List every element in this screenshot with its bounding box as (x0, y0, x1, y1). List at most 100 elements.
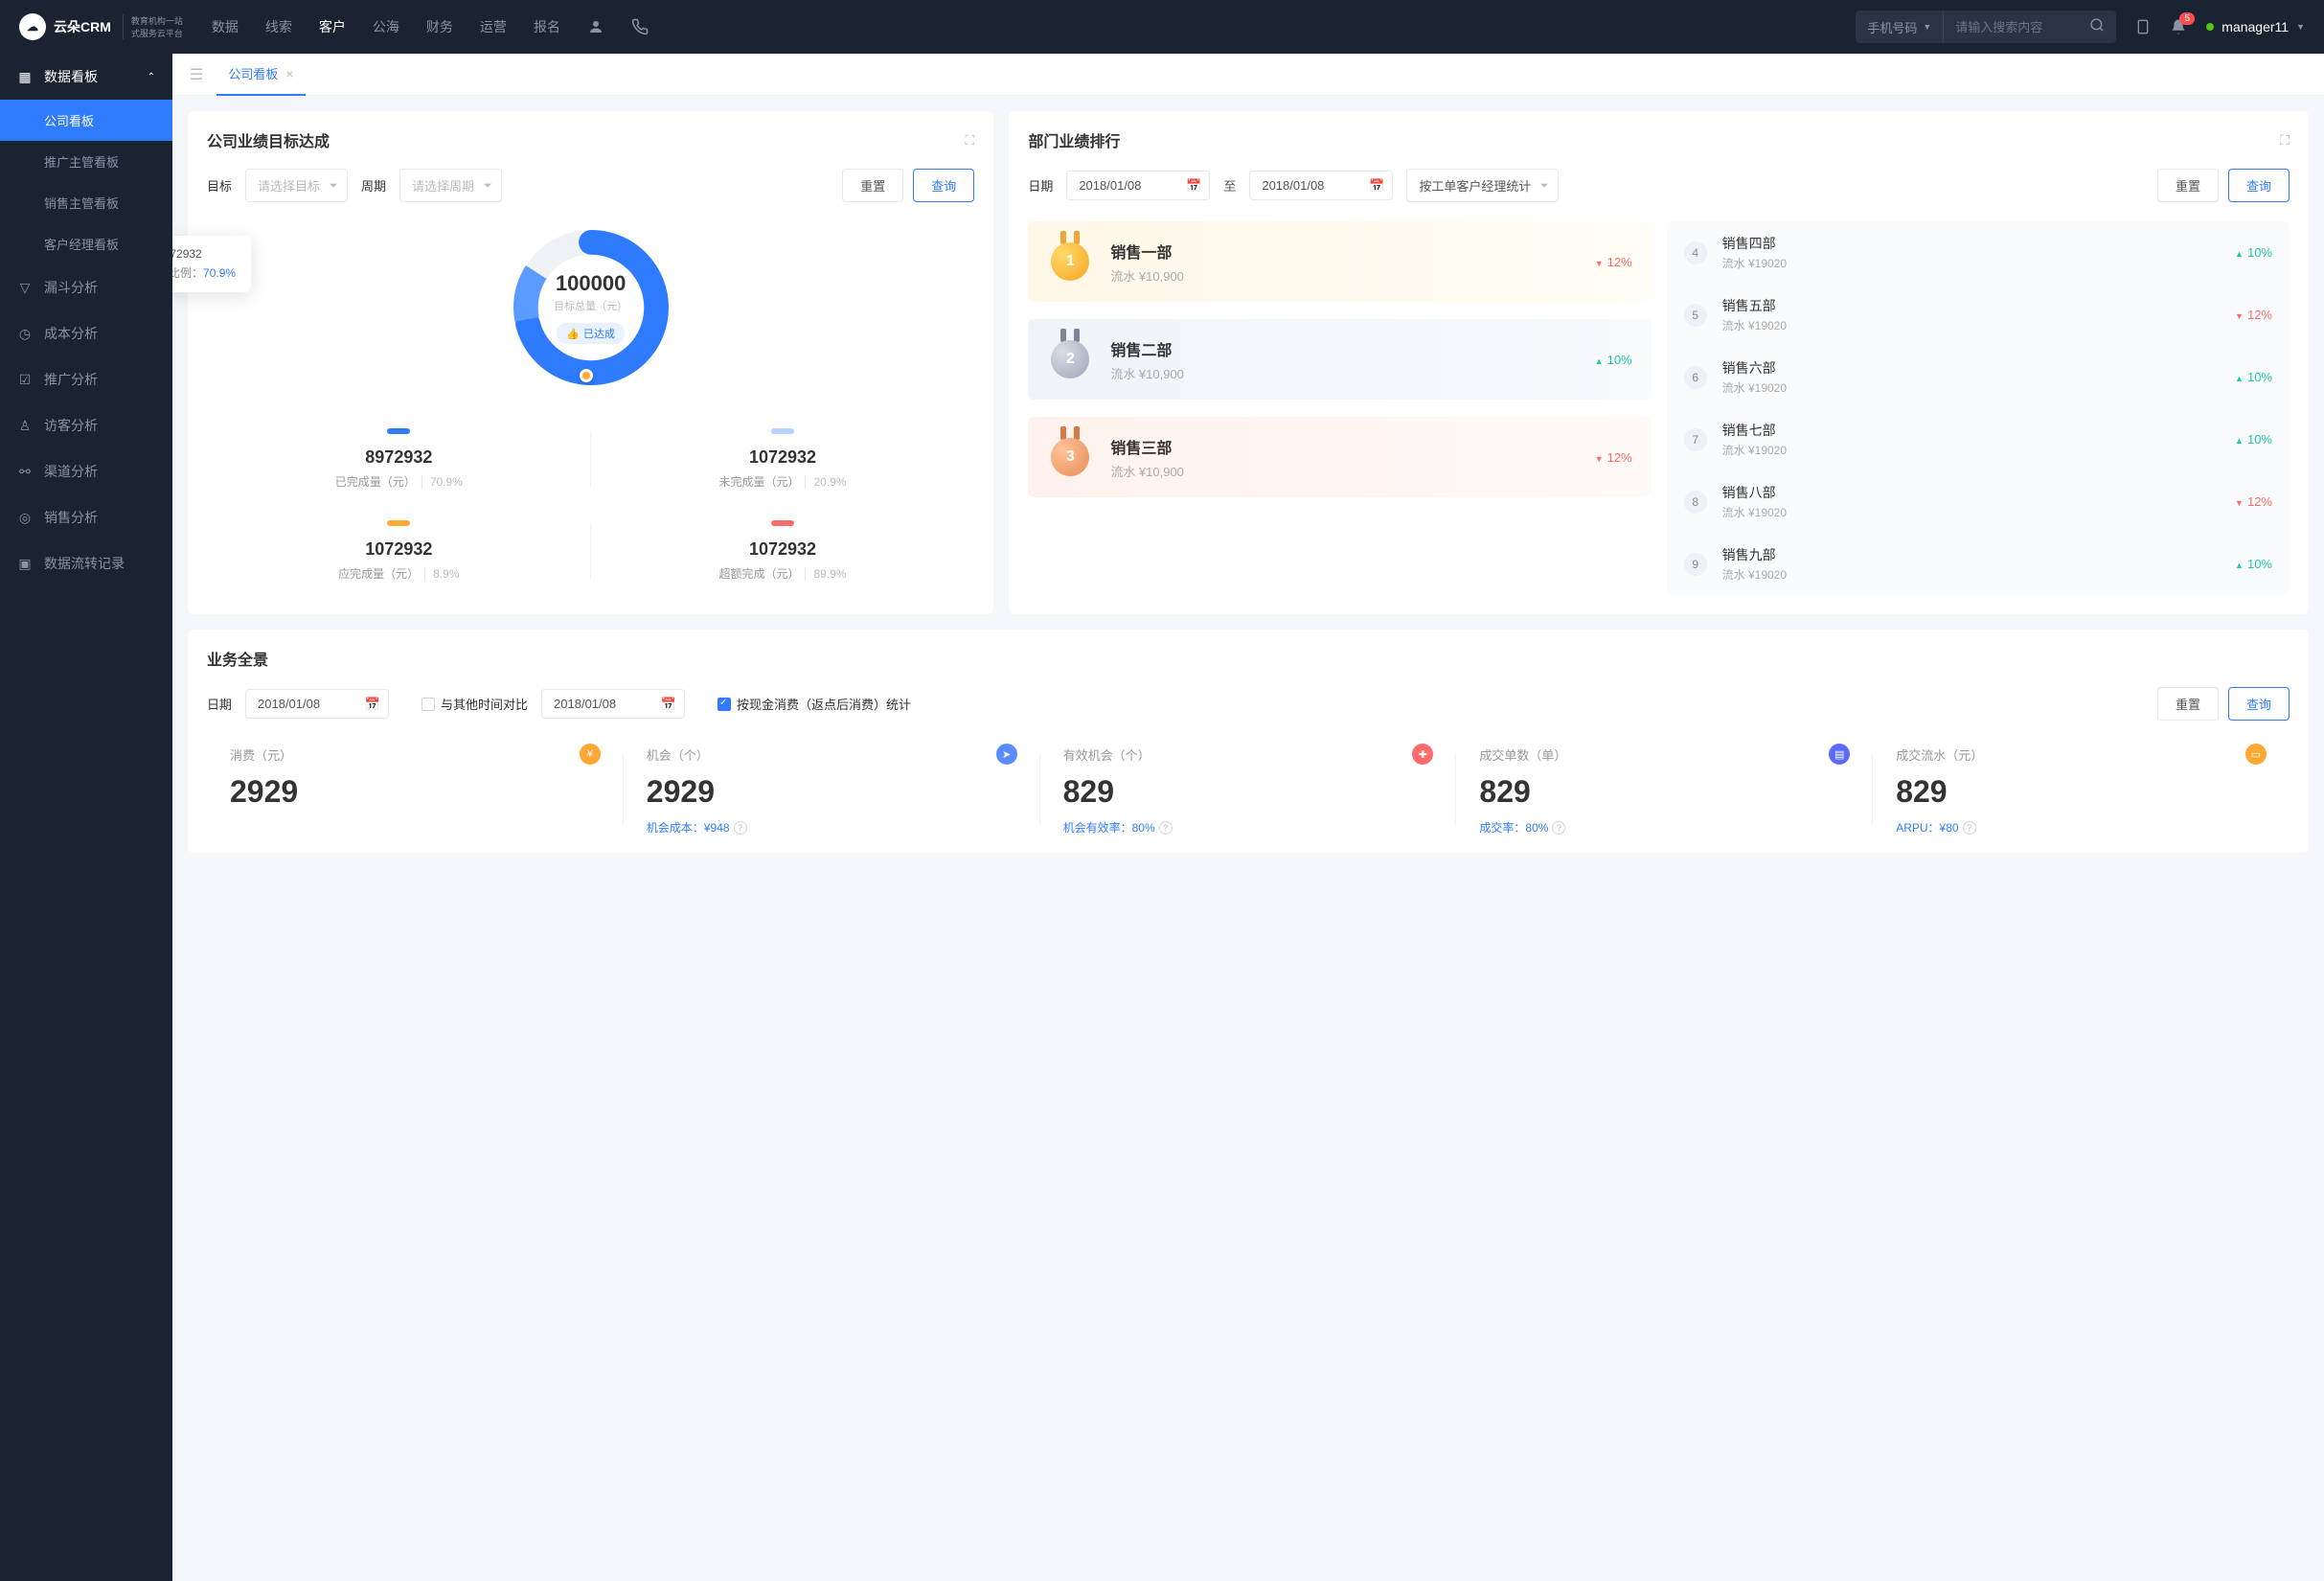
phone-icon[interactable] (631, 10, 649, 44)
kpi-item: 有效机会（个）✚ 829 机会有效率：80%? (1040, 744, 1457, 836)
logo-main: 云朵CRM (54, 19, 111, 35)
rank-row: 7 销售七部流水 ¥19020 10% (1667, 408, 2290, 470)
card-ranking-title: 部门业绩排行 (1028, 128, 1120, 151)
date-to-input[interactable]: 2018/01/08📅 (1249, 171, 1393, 200)
sidebar-head-dashboard[interactable]: ▦数据看板 ⌃ (0, 54, 172, 100)
stat-incomplete: 1072932未完成量（元）20.9% (591, 413, 975, 505)
date-from-input[interactable]: 2018/01/08📅 (1066, 171, 1210, 200)
period-select[interactable]: 请选择周期 (399, 169, 502, 202)
topnav-data[interactable]: 数据 (212, 10, 239, 44)
sidebar-item-visitor[interactable]: ♙访客分析 (0, 402, 172, 448)
medal-bronze-icon: 3 (1047, 434, 1093, 480)
notification-badge: 5 (2179, 12, 2195, 25)
help-icon[interactable]: ? (1963, 821, 1976, 835)
sidebar-item-funnel[interactable]: ▽漏斗分析 (0, 264, 172, 310)
cash-checkbox[interactable] (718, 698, 731, 711)
query-button[interactable]: 查询 (2228, 687, 2290, 721)
topbar-right: 手机号码▼ 5 manager11 ▼ (1856, 11, 2305, 43)
stat-should: 1072932应完成量（元）8.9% (207, 505, 591, 597)
sidebar-item-cost[interactable]: ◷成本分析 (0, 310, 172, 356)
kpi-item: 成交单数（单）▤ 829 成交率：80%? (1456, 744, 1873, 836)
query-button[interactable]: 查询 (913, 169, 974, 202)
date-from-input[interactable]: 2018/01/08📅 (245, 689, 389, 719)
reset-button[interactable]: 重置 (2157, 687, 2219, 721)
topnav-finance[interactable]: 财务 (426, 10, 453, 44)
card-overview: 业务全景 日期 2018/01/08📅 与其他时间对比 2018/01/08📅 … (188, 630, 2309, 853)
status-dot-icon (2206, 23, 2214, 31)
target-label: 目标 (207, 176, 232, 195)
expand-icon[interactable]: ⛶ (966, 132, 975, 149)
sidebar-sub-promo-mgr[interactable]: 推广主管看板 (0, 141, 172, 182)
date-label: 日期 (207, 695, 232, 713)
tab-menu-icon[interactable]: ☰ (184, 65, 209, 84)
kpi-icon: ▭ (2245, 744, 2267, 765)
topnav-pool[interactable]: 公海 (373, 10, 399, 44)
stat-type-select[interactable]: 按工单客户经理统计 (1406, 169, 1559, 202)
kpi-item: 机会（个）➤ 2929 机会成本：¥948? (624, 744, 1040, 836)
date-sep: 至 (1223, 176, 1236, 195)
arrow-up-icon (2235, 370, 2244, 384)
donut-badge: 👍已达成 (557, 323, 625, 344)
rank-number: 9 (1684, 553, 1707, 576)
calendar-icon: 📅 (365, 697, 380, 712)
arrow-up-icon (1595, 353, 1604, 367)
rank-number: 4 (1684, 241, 1707, 264)
rank-number: 5 (1684, 304, 1707, 327)
search-type-select[interactable]: 手机号码▼ (1856, 11, 1944, 43)
user-menu[interactable]: manager11 ▼ (2206, 19, 2305, 34)
reset-button[interactable]: 重置 (842, 169, 903, 202)
cost-icon: ◷ (17, 326, 33, 342)
rank-number: 7 (1684, 428, 1707, 451)
main: ☰ 公司看板 × 公司业绩目标达成 ⛶ 目标 请选择目标 周期 (172, 54, 2324, 1581)
topbar: ☁ 云朵CRM 教育机构一站式服务云平台 数据 线索 客户 公海 财务 运营 报… (0, 0, 2324, 54)
rank-row: 9 销售九部流水 ¥19020 10% (1667, 533, 2290, 595)
card-goal-title: 公司业绩目标达成 (207, 128, 330, 151)
username: manager11 (2221, 19, 2289, 34)
sidebar-item-sales[interactable]: ◎销售分析 (0, 494, 172, 540)
promo-icon: ☑ (17, 372, 33, 388)
stat-exceed: 1072932超额完成（元）89.9% (591, 505, 975, 597)
device-icon[interactable] (2135, 17, 2151, 36)
tab-company-board[interactable]: 公司看板 × (216, 54, 305, 96)
kpi-icon: ▤ (1829, 744, 1850, 765)
logo-sub: 教育机构一站式服务云平台 (123, 14, 183, 39)
sidebar-sub-sales-mgr[interactable]: 销售主管看板 (0, 182, 172, 223)
donut-label: 目标总量（元） (554, 298, 627, 313)
date-to-input[interactable]: 2018/01/08📅 (541, 689, 685, 719)
help-icon[interactable]: ? (734, 821, 747, 835)
tabbar: ☰ 公司看板 × (172, 54, 2324, 96)
help-icon[interactable]: ? (1552, 821, 1565, 835)
sidebar: ▦数据看板 ⌃ 公司看板 推广主管看板 销售主管看板 客户经理看板 ▽漏斗分析 … (0, 54, 172, 1581)
flow-icon: ▣ (17, 556, 33, 572)
topnav-ops[interactable]: 运营 (480, 10, 507, 44)
sidebar-sub-account-mgr[interactable]: 客户经理看板 (0, 223, 172, 264)
donut-chart: 1072932 所占比例：70.9% 100000 (207, 221, 974, 394)
compare-checkbox[interactable] (422, 698, 435, 711)
search-button[interactable] (2078, 17, 2116, 37)
sidebar-item-flow[interactable]: ▣数据流转记录 (0, 540, 172, 586)
query-button[interactable]: 查询 (2228, 169, 2290, 202)
date-label: 日期 (1028, 176, 1053, 195)
logo[interactable]: ☁ 云朵CRM 教育机构一站式服务云平台 (19, 13, 183, 40)
sidebar-item-channel[interactable]: ⚯渠道分析 (0, 448, 172, 494)
medal-silver-icon: 2 (1047, 336, 1093, 382)
help-icon[interactable]: ? (1159, 821, 1173, 835)
user-icon[interactable] (587, 10, 604, 44)
rank-rest: 4 销售四部流水 ¥19020 10% 5 销售五部流水 ¥19020 12% … (1667, 221, 2290, 595)
topnav-leads[interactable]: 线索 (265, 10, 292, 44)
notification-icon[interactable]: 5 (2170, 18, 2187, 35)
rank-top3: 1 销售一部流水 ¥10,900 12% 2 销售二部流水 ¥10,900 10… (1028, 221, 1651, 595)
topnav-enroll[interactable]: 报名 (534, 10, 560, 44)
rank-row: 6 销售六部流水 ¥19020 10% (1667, 346, 2290, 408)
sidebar-sub-company[interactable]: 公司看板 (0, 100, 172, 141)
expand-icon[interactable]: ⛶ (2280, 132, 2290, 149)
sidebar-item-promo[interactable]: ☑推广分析 (0, 356, 172, 402)
search-input[interactable] (1944, 20, 2078, 34)
target-select[interactable]: 请选择目标 (245, 169, 348, 202)
topnav-customers[interactable]: 客户 (319, 10, 346, 44)
arrow-down-icon (2235, 494, 2244, 509)
visitor-icon: ♙ (17, 418, 33, 434)
rank-row: 8 销售八部流水 ¥19020 12% (1667, 470, 2290, 533)
tab-close-icon[interactable]: × (285, 66, 293, 81)
reset-button[interactable]: 重置 (2157, 169, 2219, 202)
